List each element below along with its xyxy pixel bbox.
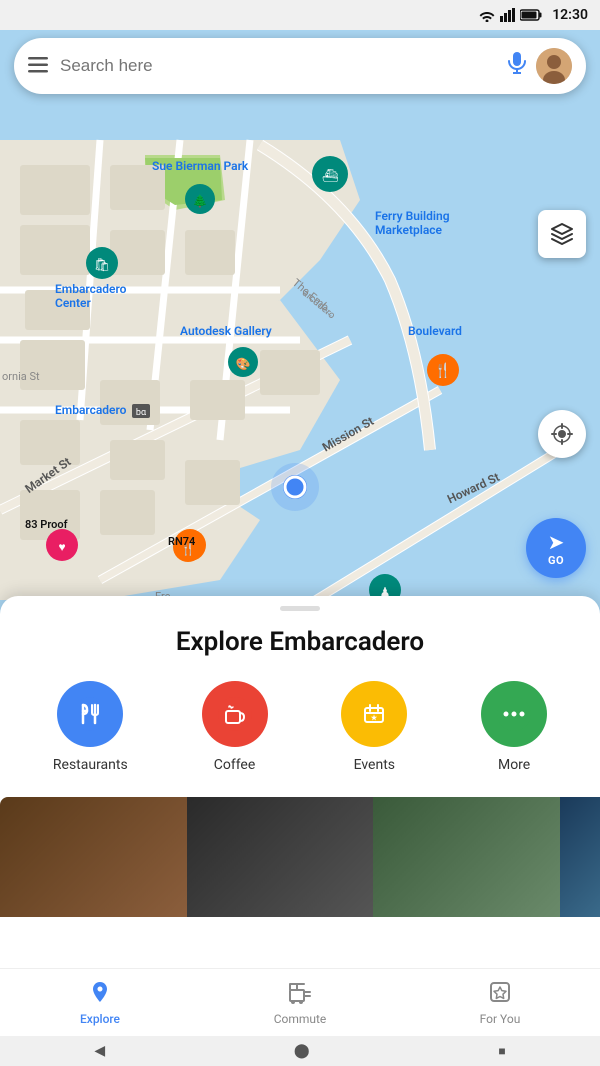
- svg-text:Sue Bierman Park: Sue Bierman Park: [152, 159, 249, 173]
- more-label: More: [498, 757, 530, 773]
- status-bar: 12:30: [0, 0, 600, 30]
- preview-row: [0, 797, 600, 917]
- svg-text:⛴: ⛴: [322, 168, 339, 184]
- back-button[interactable]: ◀: [94, 1043, 105, 1059]
- events-label: Events: [354, 757, 395, 773]
- svg-text:Ferry Building: Ferry Building: [375, 209, 450, 223]
- svg-text:Center: Center: [55, 296, 91, 310]
- svg-text:Embarcadero: Embarcadero: [55, 282, 127, 296]
- svg-text:RN74: RN74: [168, 535, 195, 548]
- layers-icon: [550, 222, 574, 246]
- battery-icon: [520, 9, 542, 21]
- preview-card-1[interactable]: [0, 797, 187, 917]
- svg-text:Autodesk Gallery: Autodesk Gallery: [180, 324, 272, 338]
- map-container[interactable]: 🍴 🍴 ⛴ 🌲 🛍 🎨 ♟ ♥ 🍴 Sue Bierman Park Ferry…: [0, 0, 600, 640]
- status-time: 12:30: [552, 7, 588, 23]
- category-grid: Restaurants Coffee: [0, 681, 600, 773]
- go-arrow-icon: ➤: [548, 530, 565, 554]
- for-you-icon: [488, 980, 512, 1008]
- location-button[interactable]: [538, 410, 586, 458]
- coffee-label: Coffee: [214, 757, 256, 773]
- for-you-nav-label: For You: [480, 1012, 521, 1026]
- svg-text:Boulevard: Boulevard: [408, 324, 462, 338]
- svg-text:🌲: 🌲: [193, 194, 208, 208]
- commute-nav-label: Commute: [274, 1012, 327, 1026]
- commute-icon: [287, 980, 313, 1008]
- wifi-icon: [478, 8, 496, 22]
- microphone-icon[interactable]: [508, 52, 526, 80]
- svg-text:83 Proof: 83 Proof: [25, 518, 68, 531]
- category-coffee[interactable]: Coffee: [202, 681, 268, 773]
- svg-text:ornia St: ornia St: [2, 370, 40, 383]
- layer-toggle-button[interactable]: [538, 210, 586, 258]
- signal-icon: [500, 8, 516, 22]
- restaurants-label: Restaurants: [53, 757, 128, 773]
- explore-nav-label: Explore: [80, 1012, 120, 1026]
- go-label: GO: [548, 554, 564, 567]
- coffee-icon-circle: [202, 681, 268, 747]
- drag-handle[interactable]: [280, 606, 320, 611]
- preview-card-4[interactable]: [560, 797, 600, 917]
- preview-card-3[interactable]: [373, 797, 560, 917]
- svg-text:🛍: 🛍: [94, 257, 111, 273]
- go-button[interactable]: ➤ GO: [526, 518, 586, 578]
- svg-text:♥: ♥: [58, 540, 65, 554]
- avatar[interactable]: [536, 48, 572, 84]
- preview-card-2[interactable]: [187, 797, 374, 917]
- events-icon-circle: ★: [341, 681, 407, 747]
- svg-text:🍴: 🍴: [434, 362, 451, 379]
- home-button[interactable]: ⬤: [294, 1043, 310, 1059]
- android-nav-bar: ◀ ⬤ ■: [0, 1036, 600, 1066]
- svg-text:★: ★: [371, 714, 378, 722]
- status-icons: 12:30: [478, 7, 588, 23]
- nav-for-you[interactable]: For You: [400, 972, 600, 1034]
- bottom-sheet: Explore Embarcadero Restaurants: [0, 596, 600, 986]
- more-icon-circle: [481, 681, 547, 747]
- search-bar[interactable]: [14, 38, 586, 94]
- bottom-nav: Explore Commute For You: [0, 968, 600, 1036]
- restaurants-icon-circle: [57, 681, 123, 747]
- explore-title: Explore Embarcadero: [0, 627, 600, 657]
- nav-commute[interactable]: Commute: [200, 972, 400, 1034]
- category-more[interactable]: More: [481, 681, 547, 773]
- svg-text:Embarcadero: Embarcadero: [55, 403, 127, 417]
- svg-text:🎨: 🎨: [236, 356, 251, 371]
- location-icon: [550, 422, 574, 446]
- menu-icon[interactable]: [28, 56, 48, 76]
- svg-text:Marketplace: Marketplace: [375, 223, 443, 237]
- search-input[interactable]: [60, 56, 508, 76]
- category-events[interactable]: ★ Events: [341, 681, 407, 773]
- nav-explore[interactable]: Explore: [0, 972, 200, 1034]
- svg-text:bα: bα: [136, 408, 147, 418]
- explore-icon: [88, 980, 112, 1008]
- recent-button[interactable]: ■: [498, 1044, 505, 1058]
- category-restaurants[interactable]: Restaurants: [53, 681, 128, 773]
